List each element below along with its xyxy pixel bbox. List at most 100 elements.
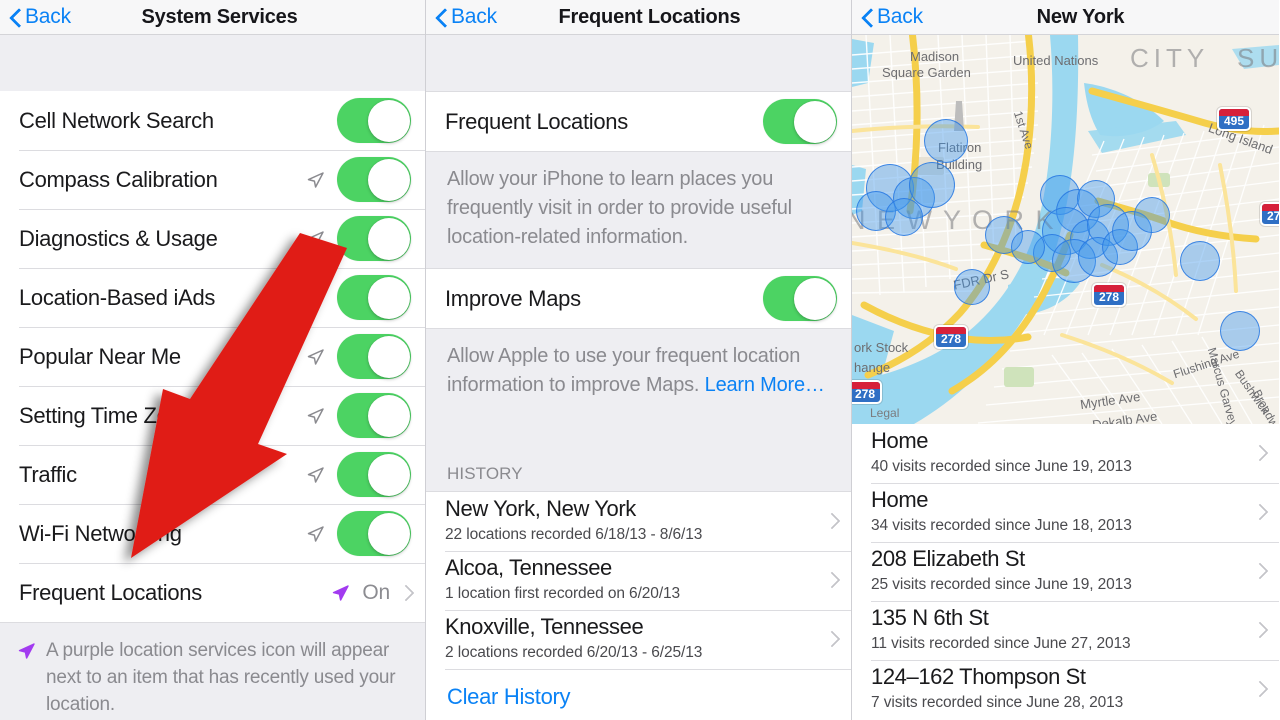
place-title: 208 Elizabeth St bbox=[871, 546, 1025, 571]
left-footer-text: A purple location services icon will app… bbox=[46, 640, 396, 715]
chevron-right-icon bbox=[826, 570, 837, 589]
toggle-location-based-iads[interactable] bbox=[337, 275, 411, 320]
history-list: New York, New York 22 locations recorded… bbox=[426, 492, 851, 720]
location-arrow-purple-icon bbox=[16, 641, 36, 661]
toggle-compass-calibration[interactable] bbox=[337, 157, 411, 202]
history-section-header: HISTORY bbox=[426, 458, 851, 492]
highway-shield-278-d: 278 bbox=[852, 380, 882, 404]
row-location-based-iads[interactable]: Location-Based iAds bbox=[0, 268, 425, 327]
highway-shield-278-a: 278 bbox=[1260, 202, 1279, 226]
row-traffic[interactable]: Traffic bbox=[0, 445, 425, 504]
history-row-knoxville[interactable]: Knoxville, Tennessee 2 locations recorde… bbox=[426, 610, 851, 669]
history-subtitle: 2 locations recorded 6/20/13 - 6/25/13 bbox=[445, 644, 703, 661]
left-back-button[interactable]: Back bbox=[0, 5, 71, 29]
panel-frequent-locations: Back Frequent Locations Frequent Locatio… bbox=[426, 0, 852, 720]
mid-top-gap bbox=[426, 35, 851, 92]
right-back-label: Back bbox=[877, 5, 923, 28]
toggle-popular-near-me[interactable] bbox=[337, 334, 411, 379]
history-row-alcoa[interactable]: Alcoa, Tennessee 1 location first record… bbox=[426, 551, 851, 610]
visit-cluster-dot bbox=[1180, 241, 1220, 281]
chevron-right-icon bbox=[1254, 502, 1265, 521]
right-back-button[interactable]: Back bbox=[852, 5, 923, 29]
location-arrow-icon bbox=[305, 347, 325, 367]
row-label: Traffic bbox=[19, 461, 77, 487]
chevron-left-icon bbox=[436, 8, 447, 27]
place-title: 135 N 6th St bbox=[871, 605, 989, 630]
row-label: Frequent Locations bbox=[19, 579, 202, 605]
toggle-cell-network-search[interactable] bbox=[337, 98, 411, 143]
location-arrow-icon bbox=[305, 524, 325, 544]
place-row-135-n-6th-st[interactable]: 135 N 6th St 11 visits recorded since Ju… bbox=[852, 601, 1279, 660]
chevron-right-icon bbox=[1254, 679, 1265, 698]
left-footer-note: A purple location services icon will app… bbox=[0, 622, 425, 720]
frequent-locations-note: Allow your iPhone to learn places you fr… bbox=[426, 151, 851, 269]
history-title: Alcoa, Tennessee bbox=[445, 555, 612, 580]
row-setting-time-zone[interactable]: Setting Time Zone bbox=[0, 386, 425, 445]
mid-back-button[interactable]: Back bbox=[426, 5, 497, 29]
chevron-right-icon bbox=[826, 629, 837, 648]
visit-cluster-dot bbox=[1011, 230, 1045, 264]
visit-cluster-dot bbox=[1134, 197, 1170, 233]
row-label: Popular Near Me bbox=[19, 343, 181, 369]
chevron-right-icon bbox=[826, 511, 837, 530]
chevron-right-icon bbox=[400, 583, 411, 602]
visit-cluster-dot bbox=[954, 269, 990, 305]
toggle-frequent-locations[interactable] bbox=[763, 99, 837, 144]
right-navbar: Back New York bbox=[852, 0, 1279, 35]
mid-back-label: Back bbox=[451, 5, 497, 28]
chevron-right-icon bbox=[1254, 620, 1265, 639]
row-label: Cell Network Search bbox=[19, 107, 214, 133]
place-subtitle: 40 visits recorded since June 19, 2013 bbox=[871, 458, 1132, 475]
visit-cluster-dot bbox=[924, 119, 968, 163]
toggle-diagnostics-usage[interactable] bbox=[337, 216, 411, 261]
place-row-208-elizabeth-st[interactable]: 208 Elizabeth St 25 visits recorded sinc… bbox=[852, 542, 1279, 601]
mid-navbar: Back Frequent Locations bbox=[426, 0, 851, 35]
row-label: Diagnostics & Usage bbox=[19, 225, 218, 251]
place-subtitle: 25 visits recorded since June 19, 2013 bbox=[871, 576, 1132, 593]
row-wifi-networking[interactable]: Wi-Fi Networking bbox=[0, 504, 425, 563]
row-label: Improve Maps bbox=[445, 285, 581, 311]
place-row-124-162-thompson-st[interactable]: 124–162 Thompson St 7 visits recorded si… bbox=[852, 660, 1279, 719]
row-frequent-locations[interactable]: Frequent Locations On bbox=[0, 563, 425, 622]
chevron-right-icon bbox=[1254, 443, 1265, 462]
visit-cluster-dot bbox=[1220, 311, 1260, 351]
chevron-left-icon bbox=[10, 8, 21, 27]
chevron-right-icon bbox=[1254, 561, 1265, 580]
location-arrow-icon bbox=[305, 170, 325, 190]
left-top-gap bbox=[0, 35, 425, 91]
history-title: Knoxville, Tennessee bbox=[445, 614, 644, 639]
highway-shield-278-b: 278 bbox=[1092, 283, 1126, 307]
history-title: New York, New York bbox=[445, 496, 636, 521]
row-compass-calibration[interactable]: Compass Calibration bbox=[0, 150, 425, 209]
left-navbar: Back System Services bbox=[0, 0, 425, 35]
toggle-setting-time-zone[interactable] bbox=[337, 393, 411, 438]
row-popular-near-me[interactable]: Popular Near Me bbox=[0, 327, 425, 386]
toggle-wifi-networking[interactable] bbox=[337, 511, 411, 556]
frequent-locations-value: On bbox=[362, 580, 390, 604]
history-row-new-york[interactable]: New York, New York 22 locations recorded… bbox=[426, 492, 851, 551]
row-improve-maps[interactable]: Improve Maps bbox=[426, 269, 851, 328]
highway-shield-278-c: 278 bbox=[934, 325, 968, 349]
row-label: Setting Time Zone bbox=[19, 402, 193, 428]
mid-frequent-locations-group: Frequent Locations bbox=[426, 92, 851, 151]
clear-history-button[interactable]: Clear History bbox=[426, 669, 851, 720]
row-frequent-locations-toggle[interactable]: Frequent Locations bbox=[426, 92, 851, 151]
improve-maps-note: Allow Apple to use your frequent locatio… bbox=[426, 328, 851, 406]
place-subtitle: 11 visits recorded since June 27, 2013 bbox=[871, 635, 1131, 652]
left-services-list: Cell Network Search Compass Calibration … bbox=[0, 91, 425, 622]
row-cell-network-search[interactable]: Cell Network Search bbox=[0, 91, 425, 150]
places-list: Home 40 visits recorded since June 19, 2… bbox=[852, 424, 1279, 719]
place-row-home-2[interactable]: Home 34 visits recorded since June 18, 2… bbox=[852, 483, 1279, 542]
history-subtitle: 22 locations recorded 6/18/13 - 8/6/13 bbox=[445, 526, 703, 543]
row-diagnostics-usage[interactable]: Diagnostics & Usage bbox=[0, 209, 425, 268]
mid-gap-2 bbox=[426, 406, 851, 458]
place-subtitle: 7 visits recorded since June 28, 2013 bbox=[871, 694, 1124, 711]
row-label: Frequent Locations bbox=[445, 108, 628, 134]
place-row-home-1[interactable]: Home 40 visits recorded since June 19, 2… bbox=[852, 424, 1279, 483]
toggle-improve-maps[interactable] bbox=[763, 276, 837, 321]
map-legal-label[interactable]: Legal bbox=[870, 406, 899, 420]
toggle-traffic[interactable] bbox=[337, 452, 411, 497]
learn-more-link[interactable]: Learn More… bbox=[705, 374, 825, 396]
map-view[interactable]: CITY SUNN N E W Y O R K Madison Square G… bbox=[852, 35, 1279, 424]
highway-shield-495: 495 bbox=[1217, 107, 1251, 131]
